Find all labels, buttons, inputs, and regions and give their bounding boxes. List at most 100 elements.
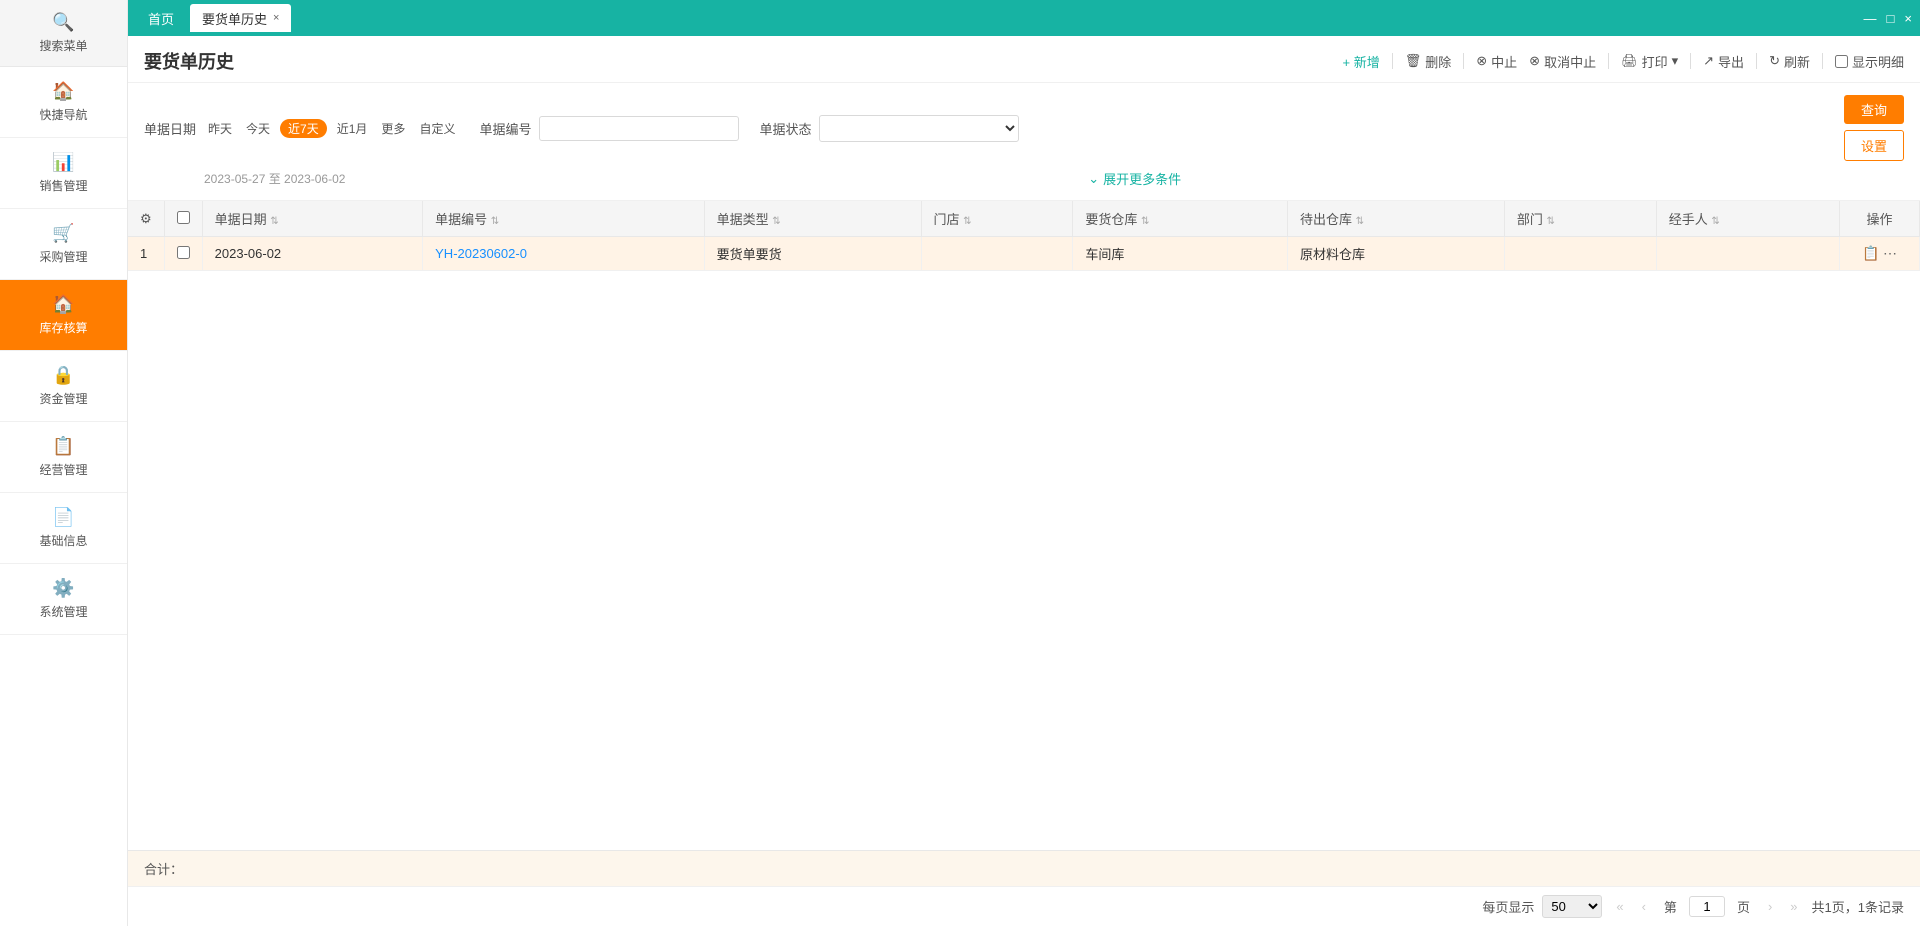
first-page-button[interactable]: «	[1610, 897, 1629, 916]
sidebar-item-operation[interactable]: 📋 经营管理	[0, 422, 127, 493]
cancel-stop-button-label: 取消中止	[1544, 52, 1596, 71]
operation-icon: 📋	[52, 436, 74, 457]
display-detail-checkbox[interactable]: 显示明细	[1835, 52, 1904, 71]
window-close-icon[interactable]: ×	[1904, 11, 1912, 26]
sidebar-item-basic[interactable]: 📄 基础信息	[0, 493, 127, 564]
row-edit-icon[interactable]: 📋	[1862, 245, 1879, 261]
table-container: ⚙ 单据日期 ⇅ 单据编号 ⇅ 单据类型	[128, 201, 1920, 850]
query-button[interactable]: 查询	[1844, 95, 1904, 124]
date-shortcut-custom[interactable]: 自定义	[415, 119, 459, 138]
col-req-warehouse-sort-icon: ⇅	[1141, 216, 1149, 227]
toolbar: + 新增 🗑 删除 ⊗ 中止 ⊗ 取消中止 🖨	[1342, 52, 1904, 71]
tab-bar: 首页 要货单历史 × — □ ×	[128, 0, 1920, 36]
col-department[interactable]: 部门 ⇅	[1504, 201, 1656, 237]
export-button[interactable]: ↗ 导出	[1703, 52, 1744, 71]
col-department-sort-icon: ⇅	[1546, 216, 1554, 227]
sidebar-label-inventory: 库存核算	[39, 319, 87, 336]
sidebar-item-purchase[interactable]: 🛒 采购管理	[0, 209, 127, 280]
col-department-label: 部门	[1517, 212, 1543, 227]
date-shortcut-1month[interactable]: 近1月	[333, 119, 372, 138]
sidebar-item-inventory[interactable]: 🏠 库存核算	[0, 280, 127, 351]
page-number-input[interactable]	[1689, 896, 1725, 917]
page-title: 要货单历史	[144, 48, 234, 74]
row-order-type: 要货单要货	[704, 237, 921, 271]
col-pending-warehouse-label: 待出仓库	[1300, 212, 1352, 227]
sidebar-item-finance[interactable]: 🔒 资金管理	[0, 351, 127, 422]
col-order-no[interactable]: 单据编号 ⇅	[423, 201, 704, 237]
col-date[interactable]: 单据日期 ⇅	[202, 201, 422, 237]
date-shortcut-today[interactable]: 今天	[242, 119, 274, 138]
tab-home[interactable]: 首页	[136, 4, 186, 32]
sidebar: 🔍 搜索菜单 🏠 快捷导航 📊 销售管理 🛒 采购管理 🏠 库存核算 🔒 资金管…	[0, 0, 128, 926]
window-minimize-icon[interactable]: —	[1864, 11, 1877, 26]
delete-button[interactable]: 🗑 删除	[1405, 52, 1452, 71]
tab-close-icon[interactable]: ×	[273, 12, 279, 24]
expand-btn-label: 展开更多条件	[1103, 169, 1181, 188]
cancel-stop-button[interactable]: ⊗ 取消中止	[1529, 52, 1596, 71]
col-pending-warehouse-sort-icon: ⇅	[1356, 216, 1364, 227]
sidebar-item-system[interactable]: ⚙️ 系统管理	[0, 564, 127, 635]
sidebar-label-sales: 销售管理	[39, 177, 87, 194]
row-order-no-link[interactable]: YH-20230602-0	[435, 246, 527, 261]
toolbar-divider-2	[1463, 53, 1464, 69]
toolbar-divider-3	[1608, 53, 1609, 69]
sidebar-search[interactable]: 🔍 搜索菜单	[0, 0, 127, 67]
col-store-label: 门店	[934, 212, 960, 227]
row-req-warehouse: 车间库	[1073, 237, 1288, 271]
col-order-no-label: 单据编号	[435, 212, 487, 227]
expand-conditions-button[interactable]: ⌄ 展开更多条件	[1088, 169, 1181, 188]
col-store-sort-icon: ⇅	[963, 216, 971, 227]
prev-page-button[interactable]: ‹	[1636, 897, 1652, 916]
sidebar-item-sales[interactable]: 📊 销售管理	[0, 138, 127, 209]
col-pending-warehouse[interactable]: 待出仓库 ⇅	[1287, 201, 1504, 237]
select-all-checkbox[interactable]	[177, 211, 190, 224]
col-handler[interactable]: 经手人 ⇅	[1656, 201, 1839, 237]
date-shortcut-more[interactable]: 更多	[377, 119, 409, 138]
row-checkbox	[164, 237, 202, 271]
window-maximize-icon[interactable]: □	[1887, 11, 1895, 26]
toolbar-divider-1	[1392, 53, 1393, 69]
stop-button[interactable]: ⊗ 中止	[1476, 52, 1517, 71]
row-select-checkbox[interactable]	[177, 246, 190, 259]
toolbar-divider-4	[1690, 53, 1691, 69]
new-button[interactable]: + 新增	[1342, 52, 1379, 71]
toolbar-divider-5	[1756, 53, 1757, 69]
print-button[interactable]: 🖨 打印 ▾	[1621, 52, 1678, 71]
display-detail-input[interactable]	[1835, 55, 1848, 68]
status-select[interactable]	[819, 115, 1019, 142]
filter-row-2: 2023-05-27 至 2023-06-02 ⌄ 展开更多条件	[144, 169, 1904, 188]
sidebar-label-quick-nav: 快捷导航	[39, 106, 87, 123]
col-handler-label: 经手人	[1669, 212, 1708, 227]
refresh-button[interactable]: ↻ 刷新	[1769, 52, 1810, 71]
col-order-type[interactable]: 单据类型 ⇅	[704, 201, 921, 237]
toolbar-divider-6	[1822, 53, 1823, 69]
order-no-input[interactable]	[539, 116, 739, 141]
tab-active[interactable]: 要货单历史 ×	[190, 4, 291, 32]
row-more-icon[interactable]: ⋯	[1883, 245, 1897, 261]
date-range-text: 2023-05-27 至 2023-06-02	[204, 172, 345, 186]
table-row: 1 2023-06-02 YH-20230602-0 要货单要货 车间库 原材料…	[128, 237, 1920, 271]
status-label: 单据状态	[759, 119, 811, 138]
export-icon: ↗	[1703, 53, 1714, 69]
col-checkbox	[164, 201, 202, 237]
row-department	[1504, 237, 1656, 271]
settings-button[interactable]: 设置	[1844, 130, 1904, 161]
col-settings[interactable]: ⚙	[128, 201, 164, 237]
last-page-button[interactable]: »	[1784, 897, 1803, 916]
date-shortcut-yesterday[interactable]: 昨天	[204, 119, 236, 138]
col-req-warehouse[interactable]: 要货仓库 ⇅	[1073, 201, 1288, 237]
page-size-select[interactable]: 50 100 200	[1542, 895, 1602, 918]
next-page-button[interactable]: ›	[1762, 897, 1778, 916]
col-store[interactable]: 门店 ⇅	[921, 201, 1073, 237]
date-filter-label: 单据日期	[144, 119, 196, 138]
date-shortcut-7days[interactable]: 近7天	[280, 119, 327, 138]
sidebar-label-finance: 资金管理	[39, 390, 87, 407]
main-area: 首页 要货单历史 × — □ × 要货单历史 + 新增 🗑 删除	[128, 0, 1920, 926]
filter-row-1: 单据日期 昨天 今天 近7天 近1月 更多 自定义 单据编号	[144, 95, 1904, 161]
inventory-icon: 🏠	[52, 294, 74, 315]
basic-icon: 📄	[52, 507, 74, 528]
footer-total-label: 合计：	[144, 859, 183, 878]
print-button-label: 打印	[1642, 52, 1668, 71]
sidebar-item-quick-nav[interactable]: 🏠 快捷导航	[0, 67, 127, 138]
tab-bar-right: — □ ×	[1864, 11, 1912, 26]
